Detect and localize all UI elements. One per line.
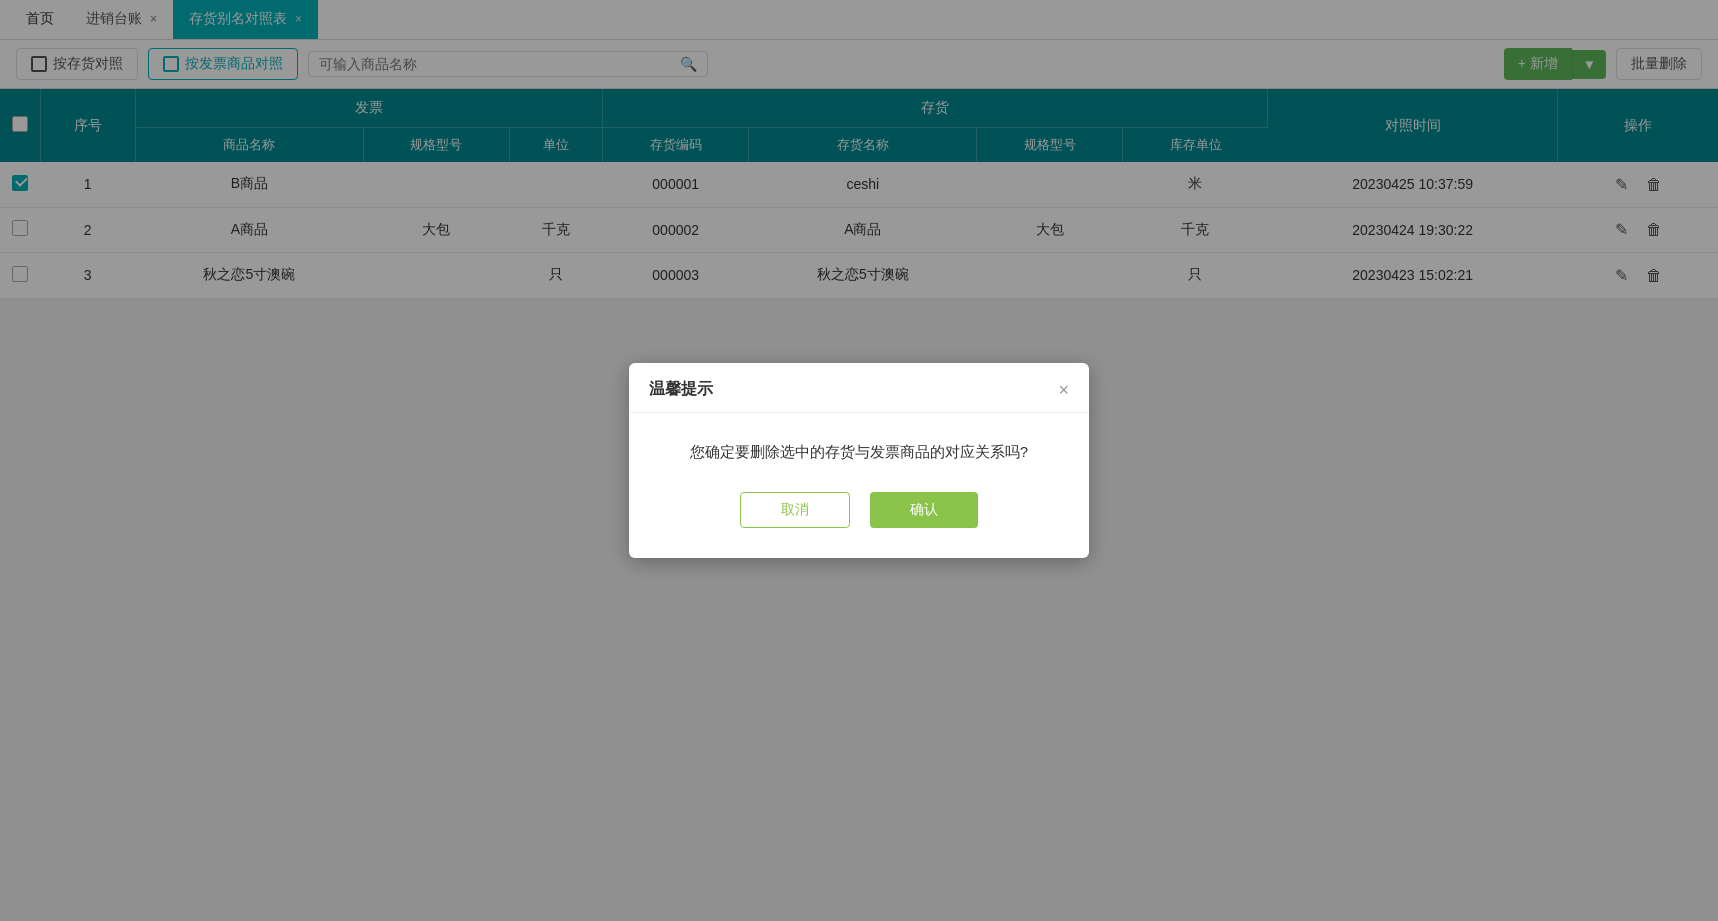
modal-overlay: 温馨提示 × 您确定要删除选中的存货与发票商品的对应关系吗? 取消 确认 [0,0,1718,299]
